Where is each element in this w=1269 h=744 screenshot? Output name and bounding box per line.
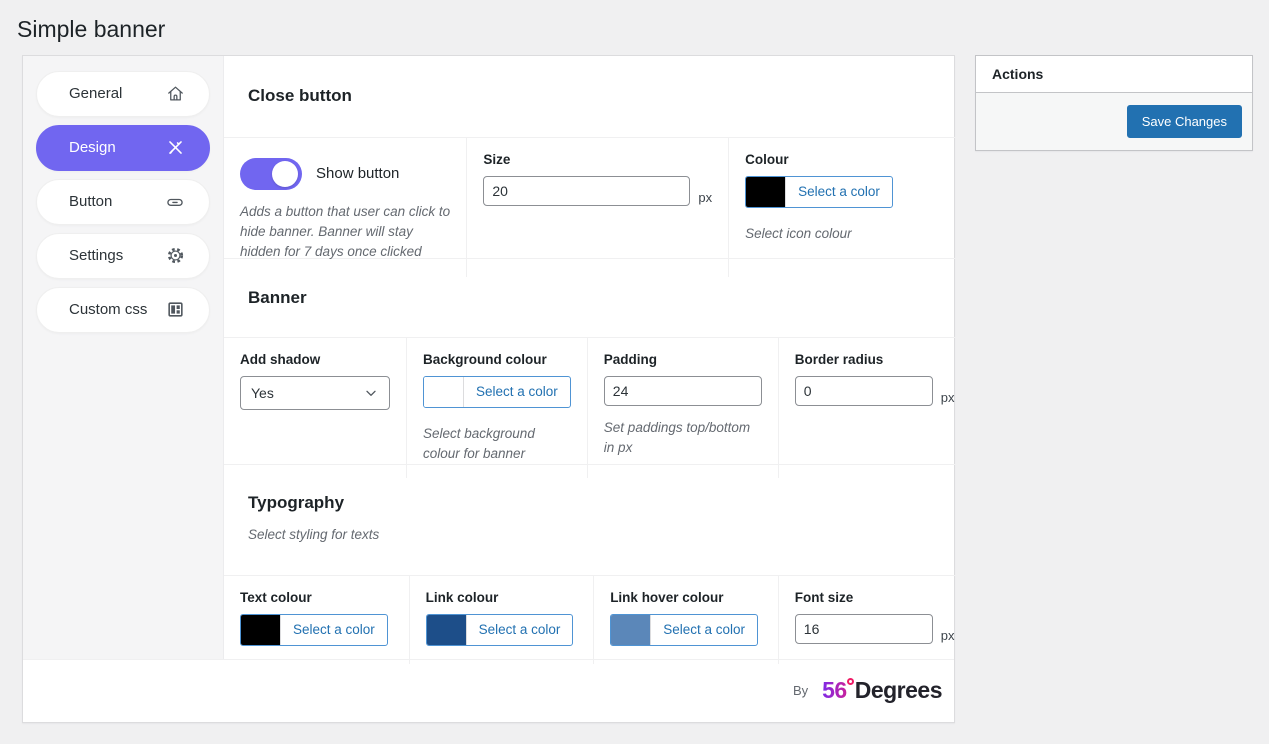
select-value: Yes bbox=[251, 385, 274, 401]
card-footer: By 56 Degrees bbox=[23, 659, 954, 722]
color-swatch bbox=[427, 615, 467, 645]
gear-icon bbox=[166, 246, 185, 265]
field-link-hover-colour: Link hover colour Select a color bbox=[593, 576, 778, 664]
sidebar-item-design[interactable]: Design bbox=[36, 125, 210, 171]
section-help: Select styling for texts bbox=[248, 525, 947, 545]
sidebar-item-custom-css[interactable]: Custom css bbox=[36, 287, 210, 333]
size-input[interactable] bbox=[483, 176, 690, 206]
unit-label: px bbox=[698, 191, 712, 204]
field-size: Size px bbox=[466, 138, 728, 277]
show-button-toggle[interactable] bbox=[240, 158, 302, 190]
link-icon bbox=[165, 192, 185, 212]
color-swatch bbox=[746, 177, 786, 207]
actions-panel: Actions Save Changes bbox=[975, 55, 1253, 151]
toggle-knob bbox=[272, 161, 298, 187]
toggle-label: Show button bbox=[316, 165, 399, 182]
color-swatch bbox=[424, 377, 464, 407]
layout-grid-icon bbox=[166, 300, 185, 319]
color-picker-label: Select a color bbox=[281, 615, 387, 645]
padding-input[interactable] bbox=[604, 376, 762, 406]
banner-fields: Add shadow Yes Background colour Sele bbox=[224, 338, 971, 465]
sidebar-item-button[interactable]: Button bbox=[36, 179, 210, 225]
field-add-shadow: Add shadow Yes bbox=[224, 338, 406, 479]
field-label: Background colour bbox=[423, 352, 571, 367]
design-tools-icon bbox=[166, 138, 185, 157]
field-label: Font size bbox=[795, 590, 955, 605]
color-swatch bbox=[241, 615, 281, 645]
close-button-fields: Show button Adds a button that user can … bbox=[224, 138, 971, 259]
degree-icon bbox=[847, 678, 854, 685]
section-title: Typography bbox=[248, 493, 947, 513]
field-label: Size bbox=[483, 152, 712, 167]
field-show-button: Show button Adds a button that user can … bbox=[224, 138, 466, 277]
field-help: Select icon colour bbox=[745, 224, 954, 244]
unit-label: px bbox=[941, 629, 955, 642]
by-label: By bbox=[793, 683, 808, 698]
sidebar-item-general[interactable]: General bbox=[36, 71, 210, 117]
text-colour-picker-button[interactable]: Select a color bbox=[240, 614, 388, 646]
field-background-colour: Background colour Select a color Select … bbox=[406, 338, 587, 479]
icon-colour-picker-button[interactable]: Select a color bbox=[745, 176, 893, 208]
save-changes-button[interactable]: Save Changes bbox=[1127, 105, 1242, 138]
color-swatch bbox=[611, 615, 651, 645]
field-label: Padding bbox=[604, 352, 762, 367]
border-radius-input[interactable] bbox=[795, 376, 933, 406]
field-label: Link hover colour bbox=[610, 590, 762, 605]
field-text-colour: Text colour Select a color bbox=[224, 576, 409, 664]
home-icon bbox=[166, 84, 185, 103]
section-close-button-header: Close button bbox=[224, 56, 971, 138]
brand-number: 56 bbox=[822, 677, 847, 704]
field-help: Adds a button that user can click to hid… bbox=[240, 202, 450, 263]
sidebar-item-settings[interactable]: Settings bbox=[36, 233, 210, 279]
field-border-radius: Border radius px bbox=[778, 338, 971, 479]
unit-label: px bbox=[941, 391, 955, 404]
color-picker-label: Select a color bbox=[651, 615, 757, 645]
chevron-down-icon bbox=[363, 385, 379, 401]
sidebar-item-label: Settings bbox=[69, 247, 123, 264]
field-colour: Colour Select a color Select icon colour bbox=[728, 138, 970, 277]
sidebar: General Design But bbox=[23, 56, 224, 659]
field-help: Set paddings top/bottom in px bbox=[604, 418, 762, 459]
sidebar-item-label: Custom css bbox=[69, 301, 147, 318]
brand-word: Degrees bbox=[855, 677, 942, 704]
section-typography-header: Typography Select styling for texts bbox=[224, 465, 971, 576]
background-colour-picker-button[interactable]: Select a color bbox=[423, 376, 571, 408]
actions-panel-body: Save Changes bbox=[976, 93, 1252, 150]
field-padding: Padding Set paddings top/bottom in px bbox=[587, 338, 778, 479]
section-banner-header: Banner bbox=[224, 259, 971, 338]
link-colour-picker-button[interactable]: Select a color bbox=[426, 614, 574, 646]
color-picker-label: Select a color bbox=[467, 615, 573, 645]
field-label: Link colour bbox=[426, 590, 578, 605]
color-picker-label: Select a color bbox=[786, 177, 892, 207]
field-help: Select background colour for banner bbox=[423, 424, 571, 465]
section-title: Banner bbox=[248, 288, 947, 308]
field-label: Add shadow bbox=[240, 352, 390, 367]
field-label: Colour bbox=[745, 152, 954, 167]
add-shadow-select[interactable]: Yes bbox=[240, 376, 390, 410]
field-label: Border radius bbox=[795, 352, 955, 367]
field-label: Text colour bbox=[240, 590, 393, 605]
font-size-input[interactable] bbox=[795, 614, 933, 644]
sidebar-item-label: Button bbox=[69, 193, 112, 210]
settings-card: General Design But bbox=[22, 55, 955, 723]
settings-content: Close button Show button Adds a button t… bbox=[224, 56, 971, 659]
typography-fields: Text colour Select a color Link colour S… bbox=[224, 576, 971, 659]
sidebar-item-label: Design bbox=[69, 139, 116, 156]
sidebar-item-label: General bbox=[69, 85, 122, 102]
field-link-colour: Link colour Select a color bbox=[409, 576, 594, 664]
page-title: Simple banner bbox=[0, 0, 1269, 45]
field-font-size: Font size px bbox=[778, 576, 971, 664]
main-layout: General Design But bbox=[22, 55, 1253, 723]
actions-panel-title: Actions bbox=[976, 56, 1252, 93]
color-picker-label: Select a color bbox=[464, 377, 570, 407]
brand-logo-56degrees[interactable]: 56 Degrees bbox=[822, 677, 942, 704]
link-hover-colour-picker-button[interactable]: Select a color bbox=[610, 614, 758, 646]
section-title: Close button bbox=[248, 86, 947, 106]
